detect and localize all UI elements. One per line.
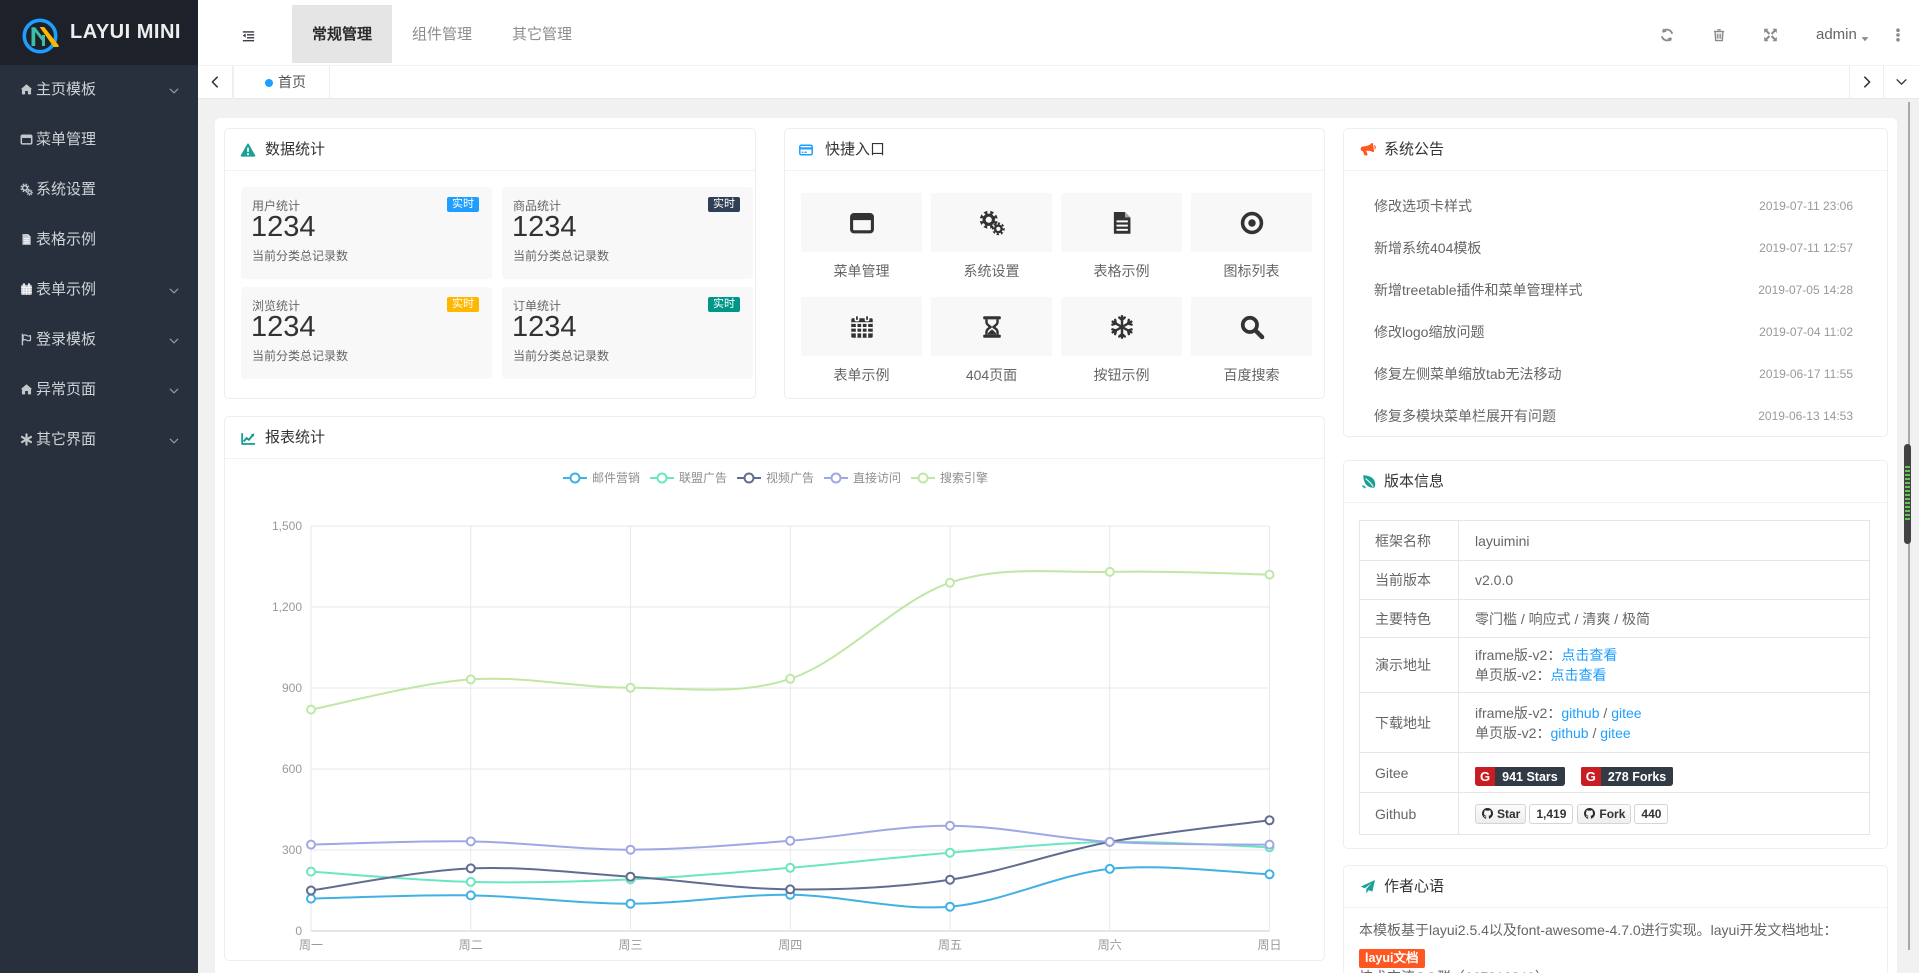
svg-text:周三: 周三 bbox=[618, 938, 642, 952]
svg-text:600: 600 bbox=[282, 762, 302, 776]
svg-text:周五: 周五 bbox=[938, 938, 962, 952]
svg-text:900: 900 bbox=[282, 681, 302, 695]
svg-text:1,500: 1,500 bbox=[272, 519, 302, 533]
svg-text:0: 0 bbox=[295, 924, 302, 938]
svg-text:邮件营销: 邮件营销 bbox=[592, 471, 640, 485]
svg-text:周一: 周一 bbox=[299, 938, 323, 952]
svg-text:联盟广告: 联盟广告 bbox=[679, 471, 727, 485]
svg-text:1,200: 1,200 bbox=[272, 600, 302, 614]
svg-text:周四: 周四 bbox=[778, 938, 802, 952]
svg-text:搜索引擎: 搜索引擎 bbox=[940, 470, 988, 485]
svg-text:直接访问: 直接访问 bbox=[853, 470, 901, 485]
svg-text:视频广告: 视频广告 bbox=[766, 470, 814, 485]
svg-text:周二: 周二 bbox=[459, 938, 483, 952]
svg-text:周日: 周日 bbox=[1257, 938, 1281, 952]
svg-text:周六: 周六 bbox=[1098, 938, 1122, 952]
svg-text:300: 300 bbox=[282, 843, 302, 857]
